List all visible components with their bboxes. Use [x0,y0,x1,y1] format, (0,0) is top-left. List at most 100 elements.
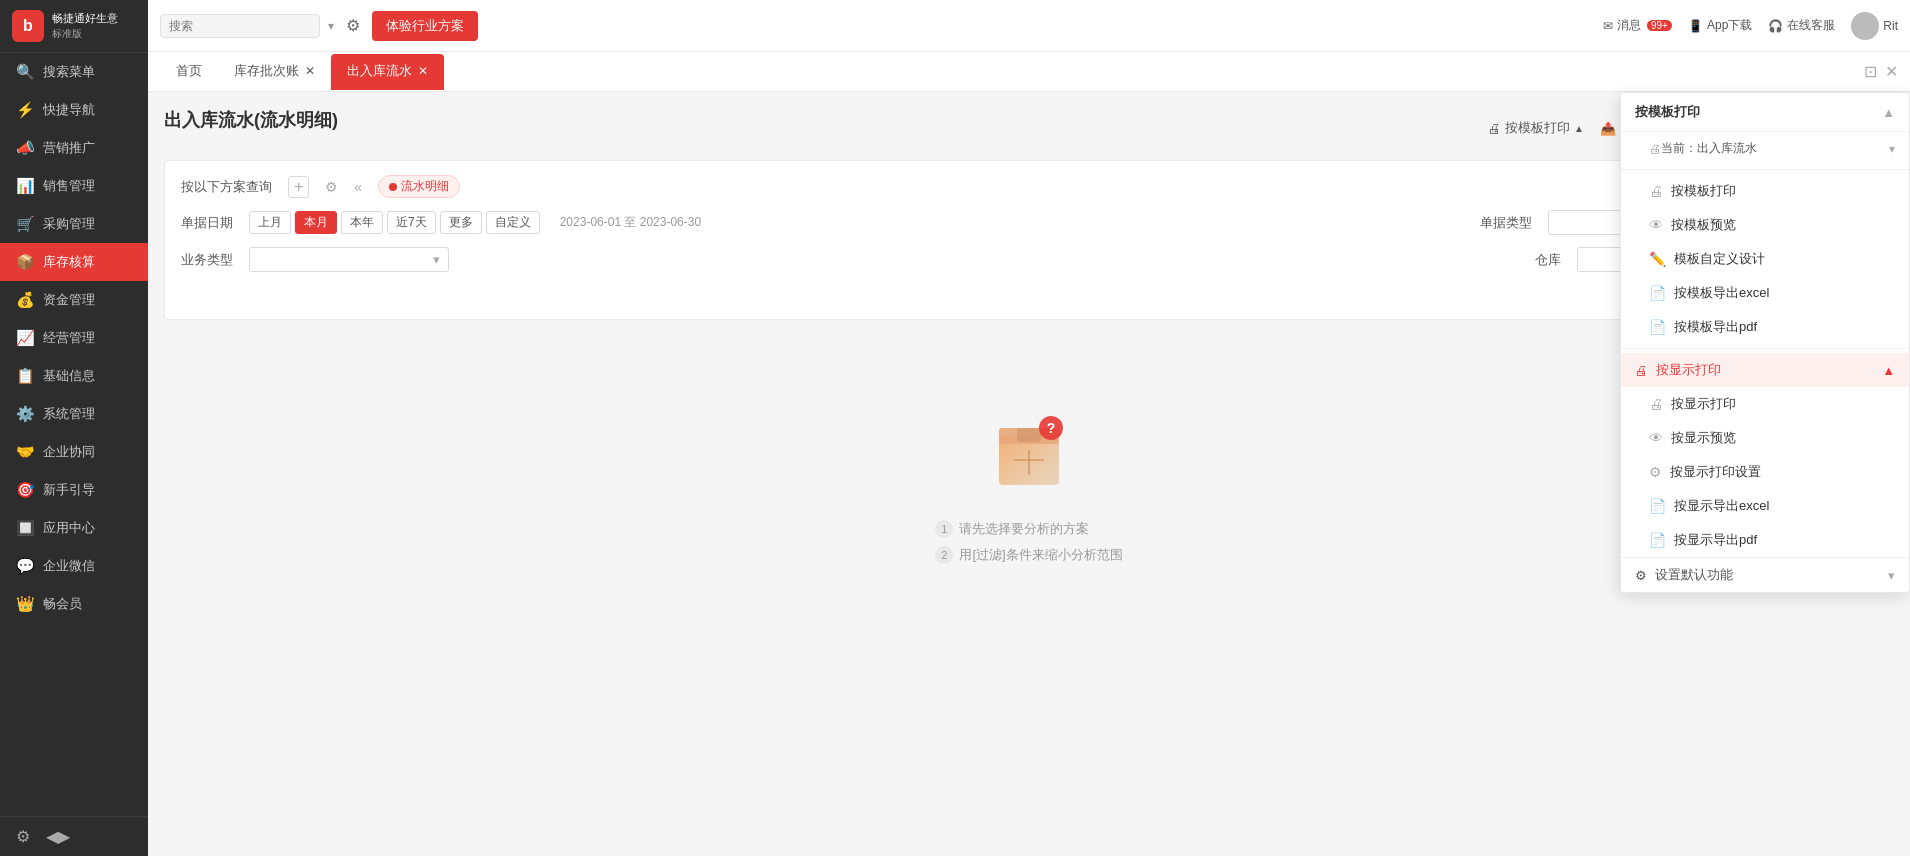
sidebar-item-label: 新手引导 [43,481,95,499]
empty-tip-1: 1 请先选择要分析的方案 [935,516,1122,542]
sidebar-item-wechat[interactable]: 💬 企业微信 [0,547,148,585]
maximize-icon[interactable]: ⊡ [1864,62,1877,81]
add-filter-icon[interactable]: + [288,176,309,198]
sidebar-item-label: 系统管理 [43,405,95,423]
search-icon: 🔍 [16,63,35,81]
sidebar-item-sales[interactable]: 📊 销售管理 [0,167,148,205]
display-section-header[interactable]: 🖨 按显示打印 ▲ [1621,353,1909,387]
date-this-year[interactable]: 本年 [341,211,383,234]
collapse-icon[interactable]: ◀▶ [46,827,70,846]
printer-small-icon: 🖨 [1649,142,1661,156]
app-download-icon: 📱 [1688,19,1703,33]
date-more[interactable]: 更多 [440,211,482,234]
display-section-arrow: ▲ [1882,363,1895,378]
date-custom[interactable]: 自定义 [486,211,540,234]
sidebar-scroll: 🔍 搜索菜单 ⚡ 快捷导航 📣 营销推广 📊 销售管理 🛒 采购管理 📦 库存核… [0,53,148,816]
sidebar-item-label: 企业协同 [43,443,95,461]
print-action[interactable]: 🖨 按模板打印 ▲ [1488,119,1584,137]
display-preview-icon: 👁 [1649,430,1663,446]
industry-solution-button[interactable]: 体验行业方案 [372,11,478,41]
quicknav-icon: ⚡ [16,101,35,119]
template-custom-row[interactable]: ✏️ 模板自定义设计 [1621,242,1909,276]
search-input[interactable] [169,19,289,33]
display-preview-label: 按显示预览 [1671,429,1736,447]
display-print-row[interactable]: 🖨 按显示打印 [1621,387,1909,421]
panel-collapse-icon[interactable]: ▲ [1882,105,1895,120]
tab-batch-label: 库存批次账 [234,62,299,80]
topbar: ▾ ⚙ 体验行业方案 ✉ 消息 99+ 📱 App下载 🎧 在线客服 Rit [148,0,1910,52]
display-excel-row[interactable]: 📄 按显示导出excel [1621,489,1909,523]
biz-type-select[interactable]: ▾ [249,247,449,272]
sidebar-item-system[interactable]: ⚙️ 系统管理 [0,395,148,433]
close-all-icon[interactable]: ✕ [1885,62,1898,81]
date-range-text: 2023-06-01 至 2023-06-30 [560,214,701,231]
customer-service-item[interactable]: 🎧 在线客服 [1768,17,1835,34]
date-shortcuts: 上月 本月 本年 近7天 更多 自定义 [249,211,540,234]
tab-batch[interactable]: 库存批次账 ✕ [218,54,331,90]
print-panel: 按模板打印 ▲ 🖨 当前：出入库流水 ▾ 🖨 按模板打印 👁 按模板预览 ✏️ … [1620,92,1910,593]
topbar-search-box[interactable] [160,14,320,38]
empty-illustration: ? [979,400,1079,500]
template-preview-row[interactable]: 👁 按模板预览 [1621,208,1909,242]
wechat-icon: 💬 [16,557,35,575]
template-pdf-icon: 📄 [1649,319,1666,335]
apps-icon: 🔲 [16,519,35,537]
divider-2 [1621,348,1909,349]
message-item[interactable]: ✉ 消息 99+ [1603,17,1672,34]
tab-flow-close-icon[interactable]: ✕ [418,64,428,78]
app-download-label: App下载 [1707,17,1752,34]
sidebar-item-marketing[interactable]: 📣 营销推广 [0,129,148,167]
date-last-7days[interactable]: 近7天 [387,211,436,234]
display-pdf-label: 按显示导出pdf [1674,531,1757,549]
divider-1 [1621,169,1909,170]
sidebar-item-guide[interactable]: 🎯 新手引导 [0,471,148,509]
tab-home-label: 首页 [176,62,202,80]
sidebar-item-label: 快捷导航 [43,101,95,119]
template-excel-label: 按模板导出excel [1674,284,1769,302]
sidebar-item-inventory[interactable]: 📦 库存核算 [0,243,148,281]
tab-batch-close-icon[interactable]: ✕ [305,64,315,78]
settings-bottom-icon[interactable]: ⚙ [16,827,30,846]
headset-icon: 🎧 [1768,19,1783,33]
tab-home[interactable]: 首页 [160,54,218,90]
display-section-title: 按显示打印 [1656,361,1721,379]
filter-settings-icon[interactable]: ⚙ [325,179,338,195]
display-settings-icon: ⚙ [1649,464,1662,480]
panel-header: 按模板打印 ▲ [1621,93,1909,132]
template-export-pdf-row[interactable]: 📄 按模板导出pdf [1621,310,1909,344]
sidebar-item-collab[interactable]: 🤝 企业协同 [0,433,148,471]
date-this-month[interactable]: 本月 [295,211,337,234]
display-preview-row[interactable]: 👁 按显示预览 [1621,421,1909,455]
search-dropdown-icon[interactable]: ▾ [328,19,334,33]
sidebar-item-label: 基础信息 [43,367,95,385]
display-print-header-icon: 🖨 [1635,363,1648,378]
app-download-item[interactable]: 📱 App下载 [1688,17,1752,34]
settings-gear-icon[interactable]: ⚙ [346,16,360,35]
panel-footer[interactable]: ⚙ 设置默认功能 ▾ [1621,557,1909,592]
sidebar-item-operations[interactable]: 📈 经营管理 [0,319,148,357]
inventory-icon: 📦 [16,253,35,271]
display-settings-row[interactable]: ⚙ 按显示打印设置 [1621,455,1909,489]
sidebar-item-apps[interactable]: 🔲 应用中心 [0,509,148,547]
sidebar-item-search[interactable]: 🔍 搜索菜单 [0,53,148,91]
sidebar-item-quicknav[interactable]: ⚡ 快捷导航 [0,91,148,129]
sidebar-item-label: 资金管理 [43,291,95,309]
filter-collapse-icon[interactable]: « [354,179,362,195]
by-plan-label: 按以下方案查询 [181,178,272,196]
display-pdf-row[interactable]: 📄 按显示导出pdf [1621,523,1909,557]
user-avatar-item[interactable]: Rit [1851,12,1898,40]
tabs-bar: 首页 库存批次账 ✕ 出入库流水 ✕ ⊡ ✕ [148,52,1910,92]
template-print-row[interactable]: 🖨 按模板打印 [1621,174,1909,208]
empty-tips: 1 请先选择要分析的方案 2 用[过滤]条件来缩小分析范围 [935,516,1122,568]
panel-header-right: ▲ [1882,105,1895,120]
warehouse-label: 仓库 [1535,251,1561,269]
sidebar-item-purchase[interactable]: 🛒 采购管理 [0,205,148,243]
template-export-excel-row[interactable]: 📄 按模板导出excel [1621,276,1909,310]
sidebar-item-basic[interactable]: 📋 基础信息 [0,357,148,395]
tab-flow[interactable]: 出入库流水 ✕ [331,54,444,90]
app-title: 畅捷通好生意 [52,11,118,26]
sidebar-item-vip[interactable]: 👑 畅会员 [0,585,148,623]
date-last-month[interactable]: 上月 [249,211,291,234]
sidebar-item-finance[interactable]: 💰 资金管理 [0,281,148,319]
footer-arrow-icon: ▾ [1888,568,1895,583]
